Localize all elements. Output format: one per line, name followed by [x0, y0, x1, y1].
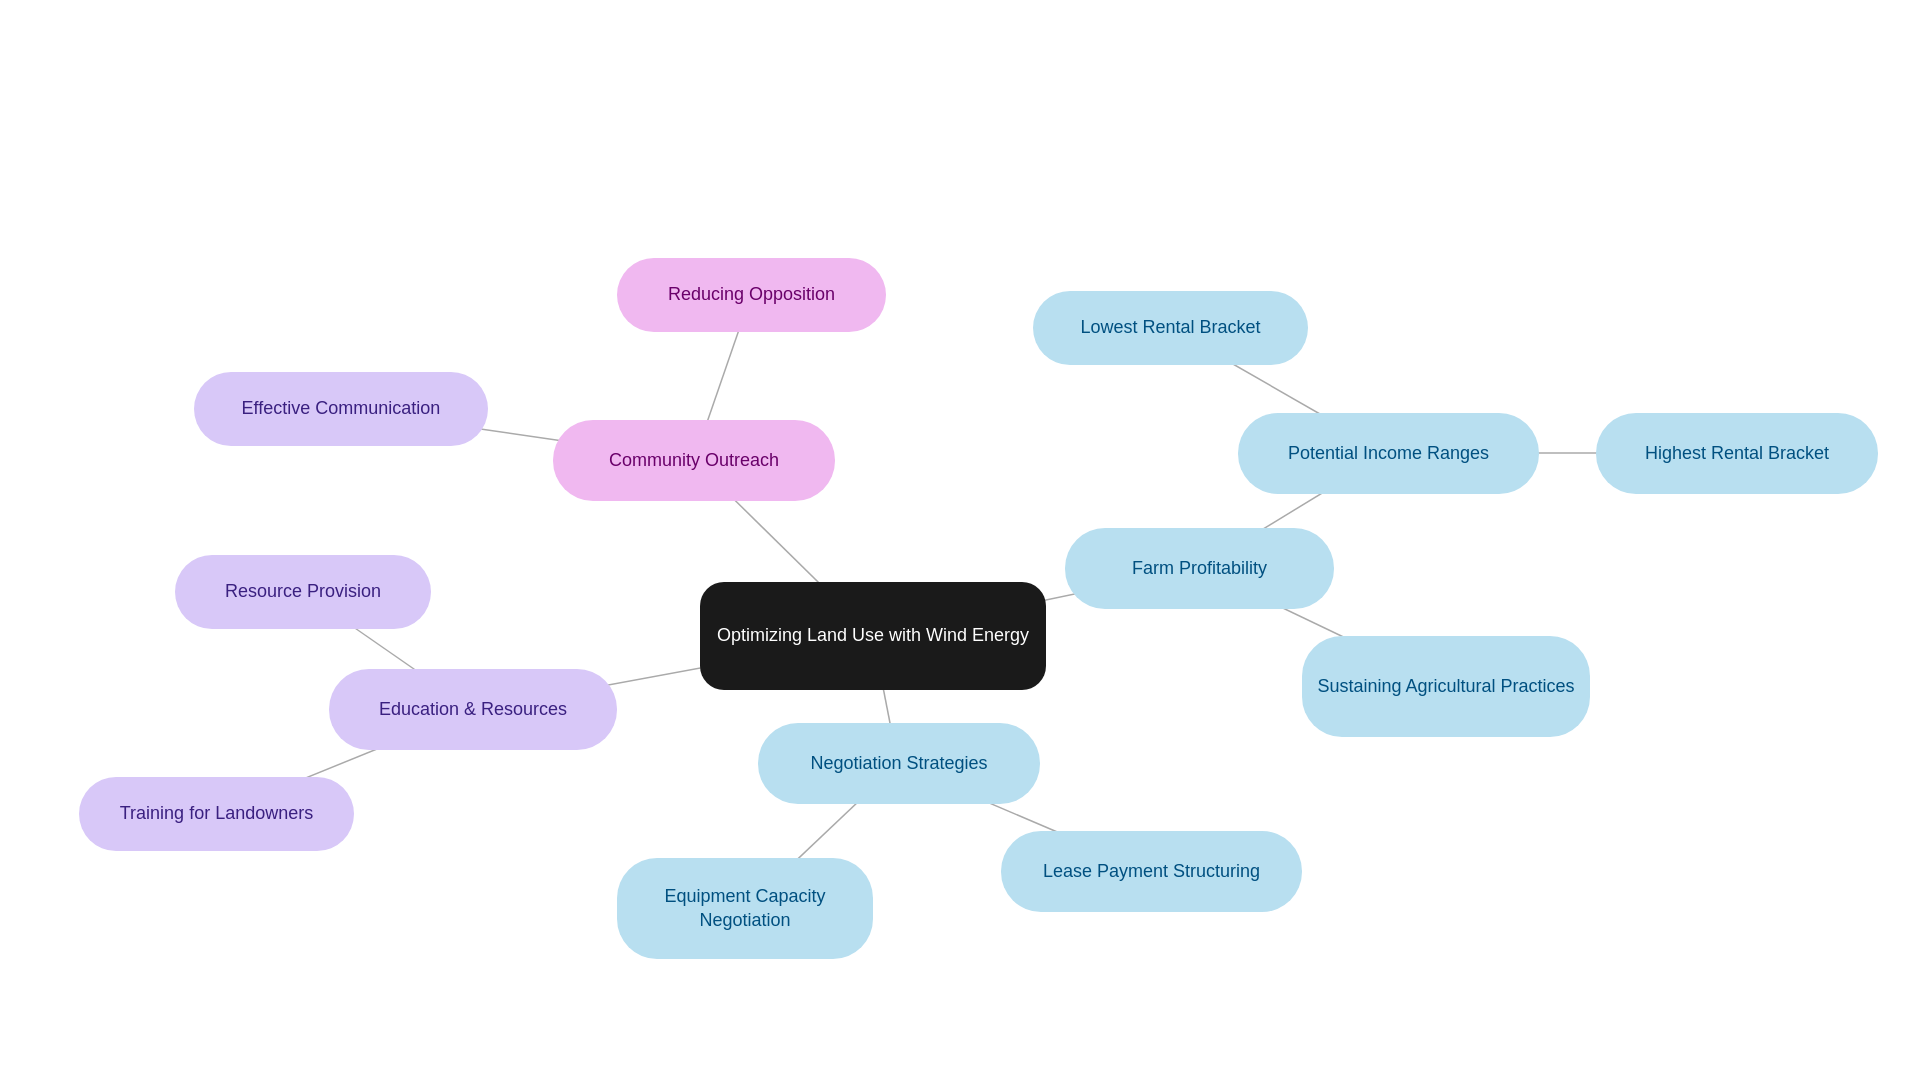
node-resourceProvision[interactable]: Resource Provision: [175, 555, 431, 629]
node-label-center: Optimizing Land Use with Wind Energy: [713, 624, 1033, 647]
mindmap-canvas: Optimizing Land Use with Wind Energy Comm…: [0, 0, 1920, 1083]
node-label-farmProfitability: Farm Profitability: [1128, 557, 1271, 580]
node-leasePayment[interactable]: Lease Payment Structuring: [1001, 831, 1302, 912]
node-label-negotiationStrategies: Negotiation Strategies: [806, 752, 991, 775]
node-label-educationResources: Education & Resources: [375, 698, 571, 721]
node-educationResources[interactable]: Education & Resources: [329, 669, 617, 750]
node-reducingOpposition[interactable]: Reducing Opposition: [617, 258, 886, 332]
node-label-reducingOpposition: Reducing Opposition: [664, 283, 839, 306]
node-sustainingAgricultural[interactable]: Sustaining Agricultural Practices: [1302, 636, 1590, 737]
node-label-highestRentalBracket: Highest Rental Bracket: [1641, 442, 1833, 465]
node-label-trainingLandowners: Training for Landowners: [116, 802, 317, 825]
node-label-leasePayment: Lease Payment Structuring: [1039, 860, 1264, 883]
node-label-potentialIncomeRanges: Potential Income Ranges: [1284, 442, 1493, 465]
node-label-equipmentCapacity: Equipment Capacity Negotiation: [617, 885, 873, 932]
node-label-effectiveCommunication: Effective Communication: [238, 397, 445, 420]
node-label-communityOutreach: Community Outreach: [605, 449, 783, 472]
node-highestRentalBracket[interactable]: Highest Rental Bracket: [1596, 413, 1878, 494]
node-equipmentCapacity[interactable]: Equipment Capacity Negotiation: [617, 858, 873, 959]
node-lowestRentalBracket[interactable]: Lowest Rental Bracket: [1033, 291, 1308, 365]
node-trainingLandowners[interactable]: Training for Landowners: [79, 777, 354, 851]
node-farmProfitability[interactable]: Farm Profitability: [1065, 528, 1334, 609]
connections-svg: [0, 0, 1920, 1083]
node-label-lowestRentalBracket: Lowest Rental Bracket: [1076, 316, 1264, 339]
node-effectiveCommunication[interactable]: Effective Communication: [194, 372, 488, 446]
node-negotiationStrategies[interactable]: Negotiation Strategies: [758, 723, 1040, 804]
node-label-sustainingAgricultural: Sustaining Agricultural Practices: [1313, 675, 1578, 698]
node-center[interactable]: Optimizing Land Use with Wind Energy: [700, 582, 1046, 690]
node-label-resourceProvision: Resource Provision: [221, 580, 385, 603]
node-potentialIncomeRanges[interactable]: Potential Income Ranges: [1238, 413, 1539, 494]
node-communityOutreach[interactable]: Community Outreach: [553, 420, 835, 501]
